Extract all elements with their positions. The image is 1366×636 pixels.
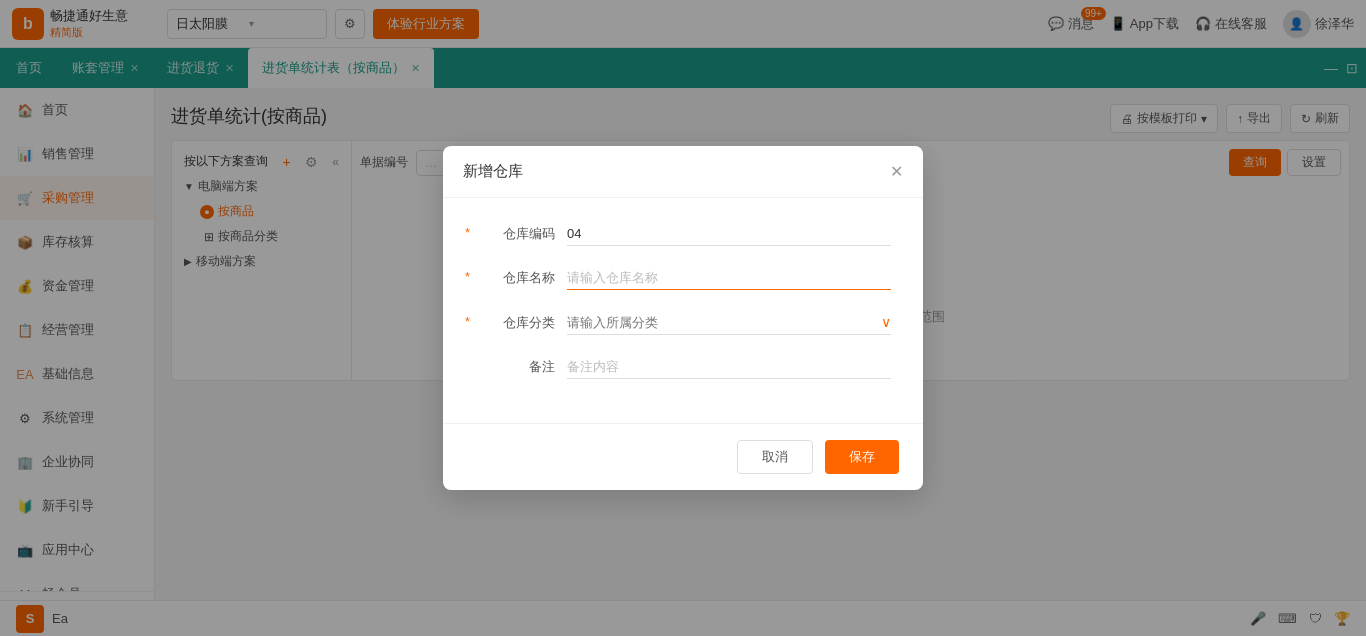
- code-input[interactable]: [567, 222, 891, 246]
- category-input[interactable]: [567, 315, 881, 330]
- save-button[interactable]: 保存: [825, 440, 899, 474]
- modal-footer: 取消 保存: [443, 423, 923, 490]
- category-dropdown-icon[interactable]: ∨: [881, 314, 891, 330]
- code-label: 仓库编码: [475, 225, 555, 243]
- form-row-remark: 备注: [475, 355, 891, 379]
- modal-close-btn[interactable]: ✕: [890, 162, 903, 181]
- form-row-name: 仓库名称: [475, 266, 891, 290]
- modal-body: 仓库编码 仓库名称 仓库分类 ∨ 备注: [443, 198, 923, 423]
- modal-overlay[interactable]: 新增仓库 ✕ 仓库编码 仓库名称 仓库分类 ∨: [0, 0, 1366, 636]
- modal-title: 新增仓库: [463, 162, 523, 181]
- cancel-button[interactable]: 取消: [737, 440, 813, 474]
- modal-header: 新增仓库 ✕: [443, 146, 923, 198]
- category-label: 仓库分类: [475, 314, 555, 332]
- form-row-code: 仓库编码: [475, 222, 891, 246]
- modal-add-warehouse: 新增仓库 ✕ 仓库编码 仓库名称 仓库分类 ∨: [443, 146, 923, 490]
- category-select[interactable]: ∨: [567, 310, 891, 335]
- remark-label: 备注: [475, 358, 555, 376]
- name-input[interactable]: [567, 266, 891, 290]
- remark-input[interactable]: [567, 355, 891, 379]
- name-label: 仓库名称: [475, 269, 555, 287]
- form-row-category: 仓库分类 ∨: [475, 310, 891, 335]
